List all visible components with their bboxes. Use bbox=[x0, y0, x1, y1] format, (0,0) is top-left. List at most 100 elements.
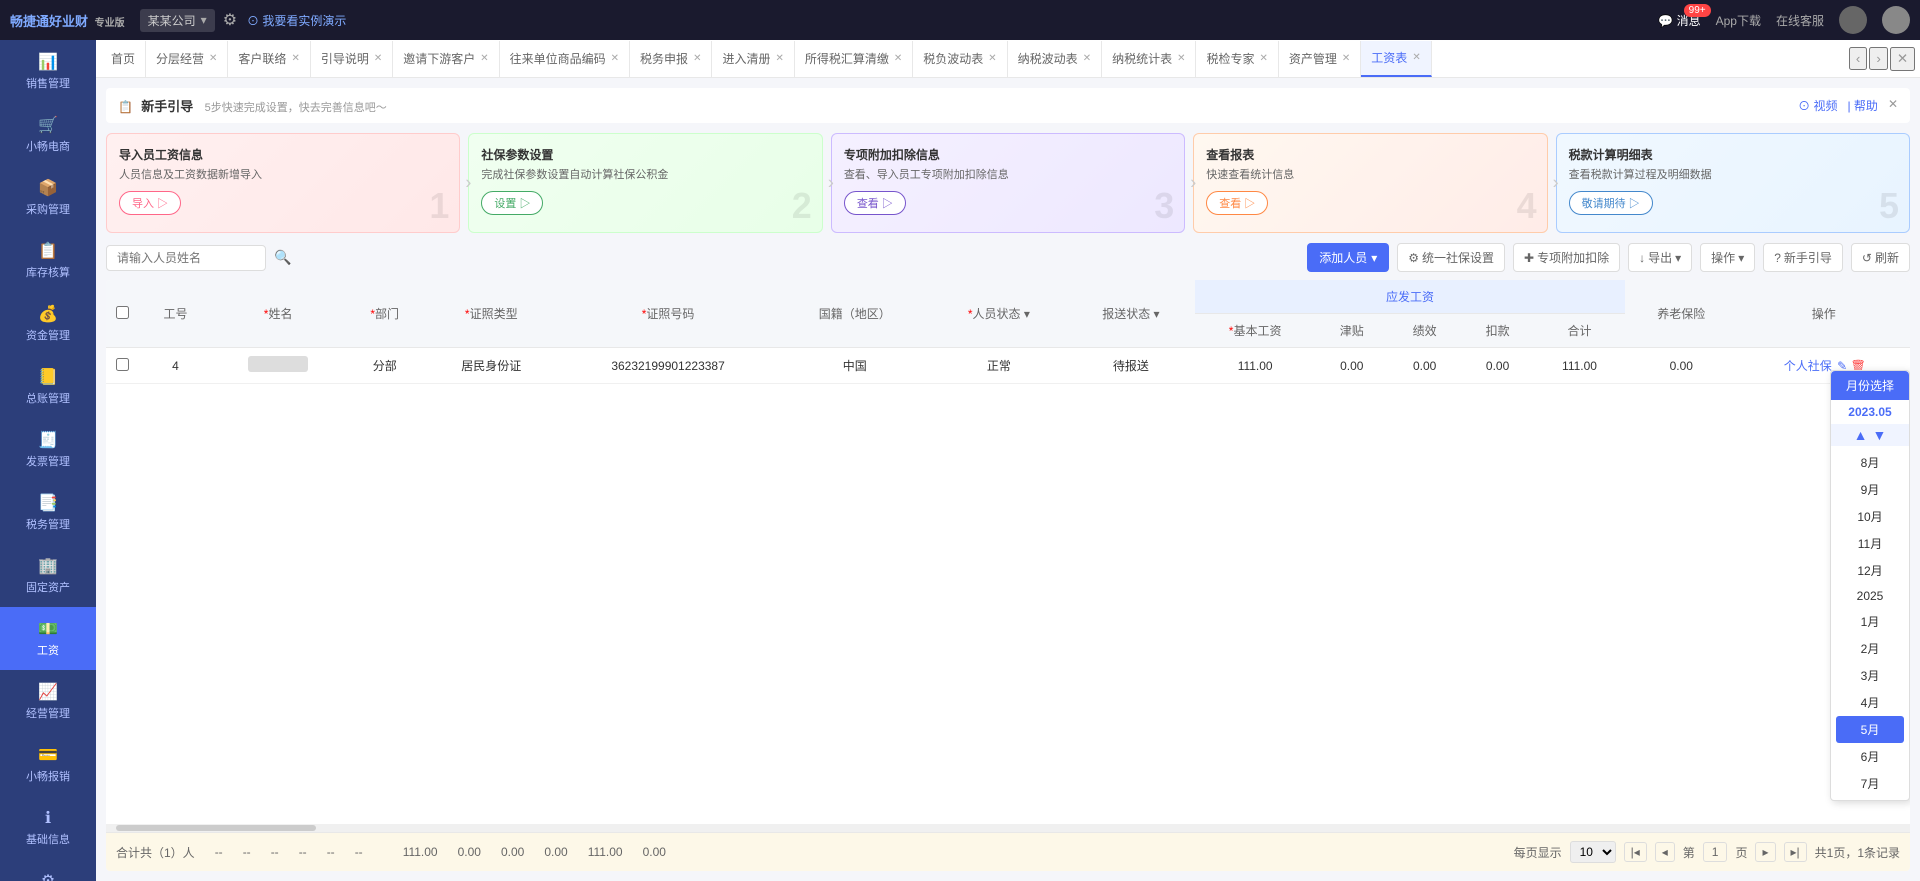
user-avatar[interactable] bbox=[1839, 6, 1867, 34]
settings-icon[interactable]: ⚙ bbox=[223, 10, 237, 30]
tab-纳税波动表[interactable]: 纳税波动表✕ bbox=[1008, 41, 1102, 77]
step-btn-4[interactable]: 查看 ▷ bbox=[1206, 191, 1268, 215]
refresh-button[interactable]: ↺刷新 bbox=[1851, 243, 1910, 272]
month-item-8月[interactable]: 8月 bbox=[1831, 449, 1909, 476]
tab-引导说明[interactable]: 引导说明✕ bbox=[311, 41, 393, 77]
tab-分层经营[interactable]: 分层经营✕ bbox=[146, 41, 228, 77]
close-tab-3[interactable]: ✕ bbox=[374, 53, 382, 64]
month-item-4月[interactable]: 4月 bbox=[1831, 689, 1909, 716]
tab-scroll-left[interactable]: ‹ bbox=[1849, 47, 1867, 70]
tab-税负波动表[interactable]: 税负波动表✕ bbox=[913, 41, 1007, 77]
prev-page-btn[interactable]: ◂ bbox=[1655, 842, 1675, 862]
tab-税检专家[interactable]: 税检专家✕ bbox=[1196, 41, 1278, 77]
sidebar-item-小畅电商[interactable]: 🛒小畅电商 bbox=[0, 103, 96, 166]
sidebar-item-小畅报销[interactable]: 💳小畅报销 bbox=[0, 733, 96, 796]
close-tab-9[interactable]: ✕ bbox=[988, 53, 996, 64]
close-tab-7[interactable]: ✕ bbox=[775, 53, 783, 64]
month-nav-down[interactable]: ▼ bbox=[1873, 427, 1887, 443]
current-page: 1 bbox=[1703, 842, 1728, 862]
tab-往来单位商品编码[interactable]: 往来单位商品编码✕ bbox=[500, 41, 630, 77]
close-tab-2[interactable]: ✕ bbox=[291, 53, 299, 64]
row-checkbox-0[interactable] bbox=[116, 358, 129, 371]
close-tab-1[interactable]: ✕ bbox=[209, 53, 217, 64]
tab-纳税统计表[interactable]: 纳税统计表✕ bbox=[1102, 41, 1196, 77]
sidebar-item-经营管理[interactable]: 📈经营管理 bbox=[0, 670, 96, 733]
sidebar-item-工资[interactable]: 💵工资 bbox=[0, 607, 96, 670]
step-btn-3[interactable]: 查看 ▷ bbox=[844, 191, 906, 215]
close-tab-4[interactable]: ✕ bbox=[480, 53, 488, 64]
month-item-10月[interactable]: 10月 bbox=[1831, 503, 1909, 530]
company-selector[interactable]: 某某公司 bbox=[148, 12, 196, 29]
scroll-thumb[interactable] bbox=[116, 825, 316, 831]
close-tab-5[interactable]: ✕ bbox=[611, 53, 619, 64]
sidebar-item-发票管理[interactable]: 🧾发票管理 bbox=[0, 418, 96, 481]
unified-settings-button[interactable]: ⚙统一社保设置 bbox=[1397, 243, 1505, 272]
search-button[interactable]: 🔍 bbox=[274, 249, 291, 266]
tab-scroll-right[interactable]: › bbox=[1869, 47, 1887, 70]
month-item-12月[interactable]: 12月 bbox=[1831, 557, 1909, 584]
tab-邀请下游客户[interactable]: 邀请下游客户✕ bbox=[393, 41, 499, 77]
company-dropdown-icon[interactable]: ▾ bbox=[201, 13, 207, 27]
demo-link[interactable]: ⊙ 我要看实例演示 bbox=[247, 12, 346, 29]
sidebar-item-总账管理[interactable]: 📒总账管理 bbox=[0, 355, 96, 418]
first-page-btn[interactable]: |◂ bbox=[1624, 842, 1647, 862]
sidebar-item-库存核算[interactable]: 📋库存核算 bbox=[0, 229, 96, 292]
tab-税务申报[interactable]: 税务申报✕ bbox=[630, 41, 712, 77]
month-nav-up[interactable]: ▲ bbox=[1854, 427, 1868, 443]
add-person-button[interactable]: 添加人员 ▾ bbox=[1307, 243, 1389, 272]
month-item-2025[interactable]: 2025 bbox=[1831, 584, 1909, 608]
guide-button[interactable]: ?新手引导 bbox=[1763, 243, 1843, 272]
month-item-9月[interactable]: 9月 bbox=[1831, 476, 1909, 503]
select-all-checkbox[interactable] bbox=[116, 306, 129, 319]
month-item-7月[interactable]: 7月 bbox=[1831, 770, 1909, 797]
footer-dash4: -- bbox=[299, 845, 307, 859]
tab-首页[interactable]: 首页 bbox=[101, 41, 146, 77]
close-tab-11[interactable]: ✕ bbox=[1177, 53, 1185, 64]
tab-资产管理[interactable]: 资产管理✕ bbox=[1279, 41, 1361, 77]
online-service-btn[interactable]: 在线客服 bbox=[1776, 12, 1824, 29]
step-btn-5[interactable]: 敬请期待 ▷ bbox=[1569, 191, 1653, 215]
step-btn-2[interactable]: 设置 ▷ bbox=[481, 191, 543, 215]
tab-close-all[interactable]: ✕ bbox=[1890, 47, 1915, 71]
sidebar-item-基础信息[interactable]: ℹ基础信息 bbox=[0, 796, 96, 859]
per-page-select[interactable]: 10 20 50 bbox=[1570, 841, 1616, 863]
close-tab-8[interactable]: ✕ bbox=[894, 53, 902, 64]
actions-button[interactable]: 操作 ▾ bbox=[1700, 243, 1755, 272]
close-tab-14[interactable]: ✕ bbox=[1412, 52, 1420, 63]
export-button[interactable]: ↓导出 ▾ bbox=[1628, 243, 1692, 272]
guide-video-btn[interactable]: ⊙ 视频 bbox=[1798, 97, 1837, 114]
month-item-2月[interactable]: 2月 bbox=[1831, 635, 1909, 662]
sidebar-item-资金管理[interactable]: 💰资金管理 bbox=[0, 292, 96, 355]
month-item-3月[interactable]: 3月 bbox=[1831, 662, 1909, 689]
close-tab-6[interactable]: ✕ bbox=[693, 53, 701, 64]
next-page-btn[interactable]: ▸ bbox=[1755, 842, 1775, 862]
special-deduction-button[interactable]: ✚专项附加扣除 bbox=[1513, 243, 1620, 272]
close-tab-13[interactable]: ✕ bbox=[1342, 53, 1350, 64]
guide-close-btn[interactable]: ✕ bbox=[1888, 97, 1898, 114]
sidebar-item-销售管理[interactable]: 📊销售管理 bbox=[0, 40, 96, 103]
sidebar-item-固定资产[interactable]: 🏢固定资产 bbox=[0, 544, 96, 607]
op-social-insurance-0[interactable]: 个人社保 bbox=[1784, 359, 1832, 373]
close-tab-12[interactable]: ✕ bbox=[1260, 53, 1268, 64]
tab-工资表[interactable]: 工资表✕ bbox=[1361, 41, 1431, 77]
company-avatar[interactable] bbox=[1882, 6, 1910, 34]
table-scroll[interactable]: 工号 *姓名 *部门 *证照类型 *证照号码 国籍（地区） *人员状态 ▾ 报送… bbox=[106, 280, 1910, 824]
month-item-11月[interactable]: 11月 bbox=[1831, 530, 1909, 557]
tab-所得税汇算清缴[interactable]: 所得税汇算清缴✕ bbox=[795, 41, 913, 77]
guide-help-btn[interactable]: | 帮助 bbox=[1847, 97, 1877, 114]
step-btn-1[interactable]: 导入 ▷ bbox=[119, 191, 181, 215]
month-item-1月[interactable]: 1月 bbox=[1831, 608, 1909, 635]
app-download-btn[interactable]: App下载 bbox=[1716, 12, 1761, 29]
month-item-6月[interactable]: 6月 bbox=[1831, 743, 1909, 770]
search-input[interactable] bbox=[106, 245, 266, 271]
close-tab-10[interactable]: ✕ bbox=[1083, 53, 1091, 64]
tab-客户联络[interactable]: 客户联络✕ bbox=[228, 41, 310, 77]
sidebar-item-采购管理[interactable]: 📦采购管理 bbox=[0, 166, 96, 229]
sidebar-item-税务管理[interactable]: 📑税务管理 bbox=[0, 481, 96, 544]
last-page-btn[interactable]: ▸| bbox=[1784, 842, 1807, 862]
tab-进入清册[interactable]: 进入清册✕ bbox=[712, 41, 794, 77]
sidebar-item-系统管理[interactable]: ⚙系统管理 bbox=[0, 859, 96, 881]
message-btn[interactable]: 💬 消息 99+ bbox=[1658, 12, 1700, 29]
horizontal-scrollbar[interactable] bbox=[106, 824, 1910, 832]
month-item-5月[interactable]: 5月 bbox=[1836, 716, 1904, 743]
